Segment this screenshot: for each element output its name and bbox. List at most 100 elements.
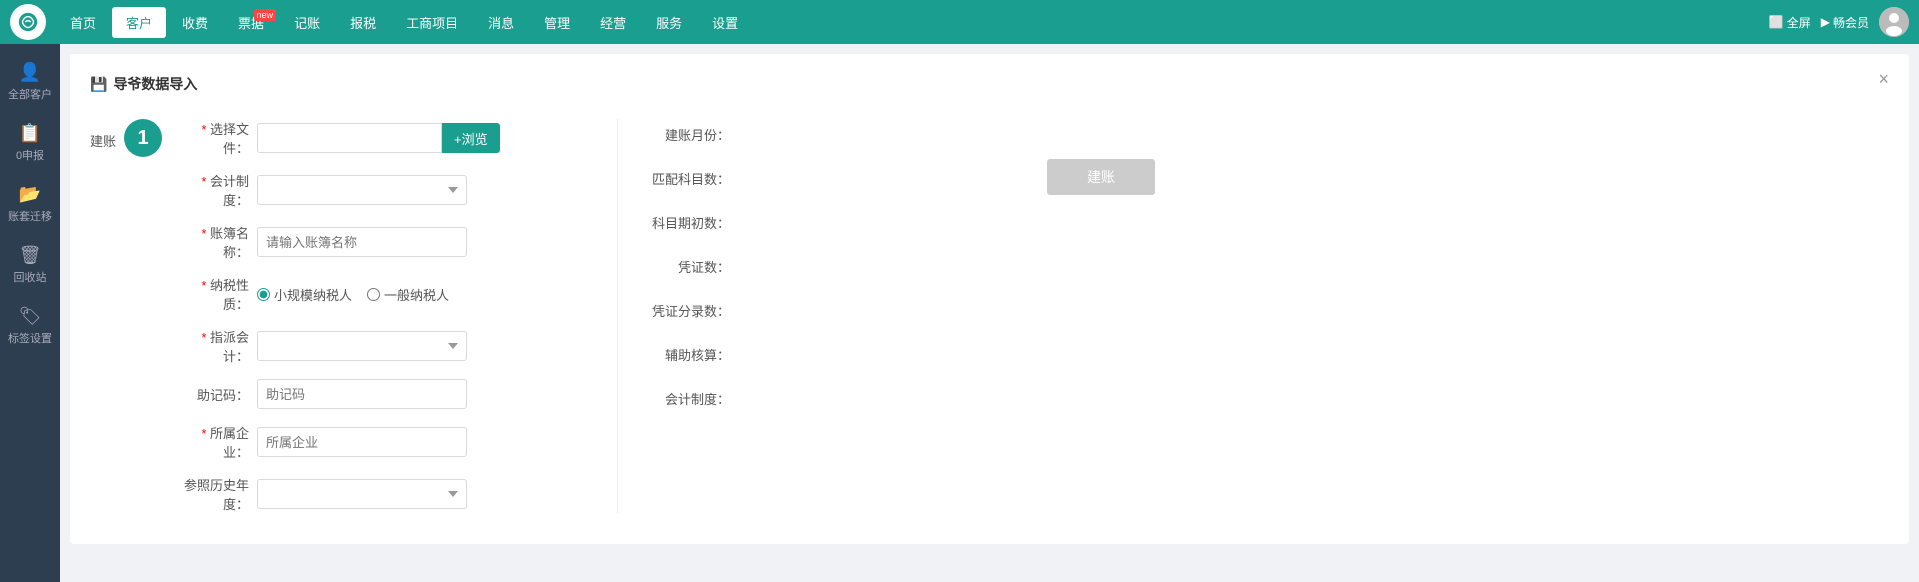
accounting-system-label: 会计制度： xyxy=(177,171,257,209)
nav-settings[interactable]: 设置 xyxy=(698,7,752,38)
ledger-name-row: 账簿名称： xyxy=(177,223,617,261)
build-month-label: 建账月份： xyxy=(648,125,738,144)
nav-customer[interactable]: 客户 xyxy=(112,7,166,38)
fullscreen-icon: ⬜ xyxy=(1769,15,1784,29)
fullscreen-label: 全屏 xyxy=(1787,14,1811,31)
subject-init-label: 科目期初数： xyxy=(648,213,738,232)
voucher-count-label: 凭证数： xyxy=(648,257,738,276)
accounting-system-row: 会计制度： xyxy=(177,171,617,209)
import-icon: 💾 xyxy=(90,76,107,93)
company-input[interactable] xyxy=(257,427,467,457)
sidebar-item-account-migration[interactable]: 📂 账套迁移 xyxy=(0,176,60,232)
accountant-row: 指派会计： xyxy=(177,327,617,365)
nav-home[interactable]: 首页 xyxy=(56,7,110,38)
vip-label: 畅会员 xyxy=(1833,14,1869,31)
ledger-name-input[interactable] xyxy=(257,227,467,257)
company-row: 所属企业： xyxy=(177,423,617,461)
vip-button[interactable]: ▶ 畅会员 xyxy=(1821,14,1869,31)
nav-message[interactable]: 消息 xyxy=(474,7,528,38)
accountant-label: 指派会计： xyxy=(177,327,257,365)
nav-service[interactable]: 服务 xyxy=(642,7,696,38)
memo-row: 助记码： xyxy=(177,379,617,409)
main-layout: 👤 全部客户 📋 0申报 📂 账套迁移 🗑 回收站 🏷 标签设置 💾 导爷数据导… xyxy=(0,44,1919,582)
sidebar-label-all-customers: 全部客户 xyxy=(8,86,52,102)
card-title-text: 导爷数据导入 xyxy=(113,74,197,94)
build-month-row: 建账月份： xyxy=(648,119,1017,149)
close-button[interactable]: × xyxy=(1878,69,1889,90)
form-left: 选择文件： +浏览 会计制度： xyxy=(177,119,617,513)
memo-input[interactable] xyxy=(257,379,467,409)
step-indicator: 1 xyxy=(124,119,162,157)
subject-init-row: 科目期初数： xyxy=(648,207,1017,237)
nav-tax[interactable]: 报税 xyxy=(336,7,390,38)
match-subject-label: 匹配科目数： xyxy=(648,169,738,188)
nav-bookkeeping[interactable]: 记账 xyxy=(280,7,334,38)
sidebar-label-recycle: 回收站 xyxy=(14,269,47,285)
form-area: 建账 1 选择文件： +浏览 xyxy=(90,119,1889,513)
accountant-select[interactable] xyxy=(257,331,467,361)
right-accounting-system-label: 会计制度： xyxy=(648,389,738,408)
tax-small-text: 小规模纳税人 xyxy=(274,285,352,304)
all-customers-icon: 👤 xyxy=(19,62,41,83)
step-label: 建账 xyxy=(90,131,116,150)
sidebar-label-zero-report: 0申报 xyxy=(16,147,44,163)
top-nav-right: ⬜ 全屏 ▶ 畅会员 xyxy=(1769,7,1909,37)
sidebar-item-zero-report[interactable]: 📋 0申报 xyxy=(0,115,60,171)
aux-accounting-row: 辅助核算： xyxy=(648,339,1017,369)
history-year-row: 参照历史年度： xyxy=(177,475,617,513)
fullscreen-button[interactable]: ⬜ 全屏 xyxy=(1769,14,1811,31)
sidebar-label-tag-settings: 标签设置 xyxy=(8,330,52,346)
sidebar-item-tag-settings[interactable]: 🏷 标签设置 xyxy=(0,298,60,354)
company-label: 所属企业： xyxy=(177,423,257,461)
memo-label: 助记码： xyxy=(177,385,257,404)
recycle-icon: 🗑 xyxy=(19,245,42,266)
tax-type-row: 纳税性质： 小规模纳税人 一般纳税人 xyxy=(177,275,617,313)
tax-general-radio[interactable] xyxy=(367,288,380,301)
nav-invoice[interactable]: 票据 new xyxy=(224,7,278,38)
match-subject-row: 匹配科目数： xyxy=(648,163,1017,193)
sidebar-item-recycle[interactable]: 🗑 回收站 xyxy=(0,237,60,293)
voucher-record-row: 凭证分录数： xyxy=(648,295,1017,325)
voucher-record-label: 凭证分录数： xyxy=(648,301,738,320)
top-navigation: 首页 客户 收费 票据 new 记账 报税 工商项目 消息 管理 经营 服务 设… xyxy=(0,0,1919,44)
sidebar-label-account-migration: 账套迁移 xyxy=(8,208,52,224)
zero-report-icon: 📋 xyxy=(19,123,41,144)
tag-settings-icon: 🏷 xyxy=(19,306,42,327)
sidebar-item-all-customers[interactable]: 👤 全部客户 xyxy=(0,54,60,110)
tax-small-radio[interactable] xyxy=(257,288,270,301)
logo xyxy=(10,4,46,40)
history-year-label: 参照历史年度： xyxy=(177,475,257,513)
browse-button[interactable]: +浏览 xyxy=(442,123,500,153)
vip-icon: ▶ xyxy=(1821,15,1830,29)
voucher-count-row: 凭证数： xyxy=(648,251,1017,281)
nav-items: 首页 客户 收费 票据 new 记账 报税 工商项目 消息 管理 经营 服务 设… xyxy=(56,7,1769,38)
new-badge: new xyxy=(254,9,277,21)
tax-general-text: 一般纳税人 xyxy=(384,285,449,304)
accounting-system-select[interactable] xyxy=(257,175,467,205)
card-title: 💾 导爷数据导入 xyxy=(90,74,1889,94)
nav-business[interactable]: 工商项目 xyxy=(392,7,472,38)
tax-general-label[interactable]: 一般纳税人 xyxy=(367,285,449,304)
tax-type-label: 纳税性质： xyxy=(177,275,257,313)
ledger-name-label: 账簿名称： xyxy=(177,223,257,261)
avatar[interactable] xyxy=(1879,7,1909,37)
right-accounting-system-row: 会计制度： xyxy=(648,383,1017,413)
sidebar: 👤 全部客户 📋 0申报 📂 账套迁移 🗑 回收站 🏷 标签设置 xyxy=(0,44,60,582)
file-row: 选择文件： +浏览 xyxy=(177,119,617,157)
file-label: 选择文件： xyxy=(177,119,257,157)
form-right: 建账月份： 匹配科目数： 科目期初数： 凭证数： xyxy=(617,119,1017,513)
build-button[interactable]: 建账 xyxy=(1047,159,1155,195)
import-card: 💾 导爷数据导入 × 建账 1 选择文件： xyxy=(70,54,1909,544)
tax-small-label[interactable]: 小规模纳税人 xyxy=(257,285,352,304)
nav-manage[interactable]: 管理 xyxy=(530,7,584,38)
history-year-select[interactable] xyxy=(257,479,467,509)
form-actions: 建账 xyxy=(1017,119,1889,513)
nav-operation[interactable]: 经营 xyxy=(586,7,640,38)
tax-type-radio-group: 小规模纳税人 一般纳税人 xyxy=(257,279,449,309)
main-content: 💾 导爷数据导入 × 建账 1 选择文件： xyxy=(60,44,1919,582)
account-migration-icon: 📂 xyxy=(19,184,41,205)
file-input-group: +浏览 xyxy=(257,123,500,153)
file-input[interactable] xyxy=(257,123,442,153)
aux-accounting-label: 辅助核算： xyxy=(648,345,738,364)
nav-fee[interactable]: 收费 xyxy=(168,7,222,38)
